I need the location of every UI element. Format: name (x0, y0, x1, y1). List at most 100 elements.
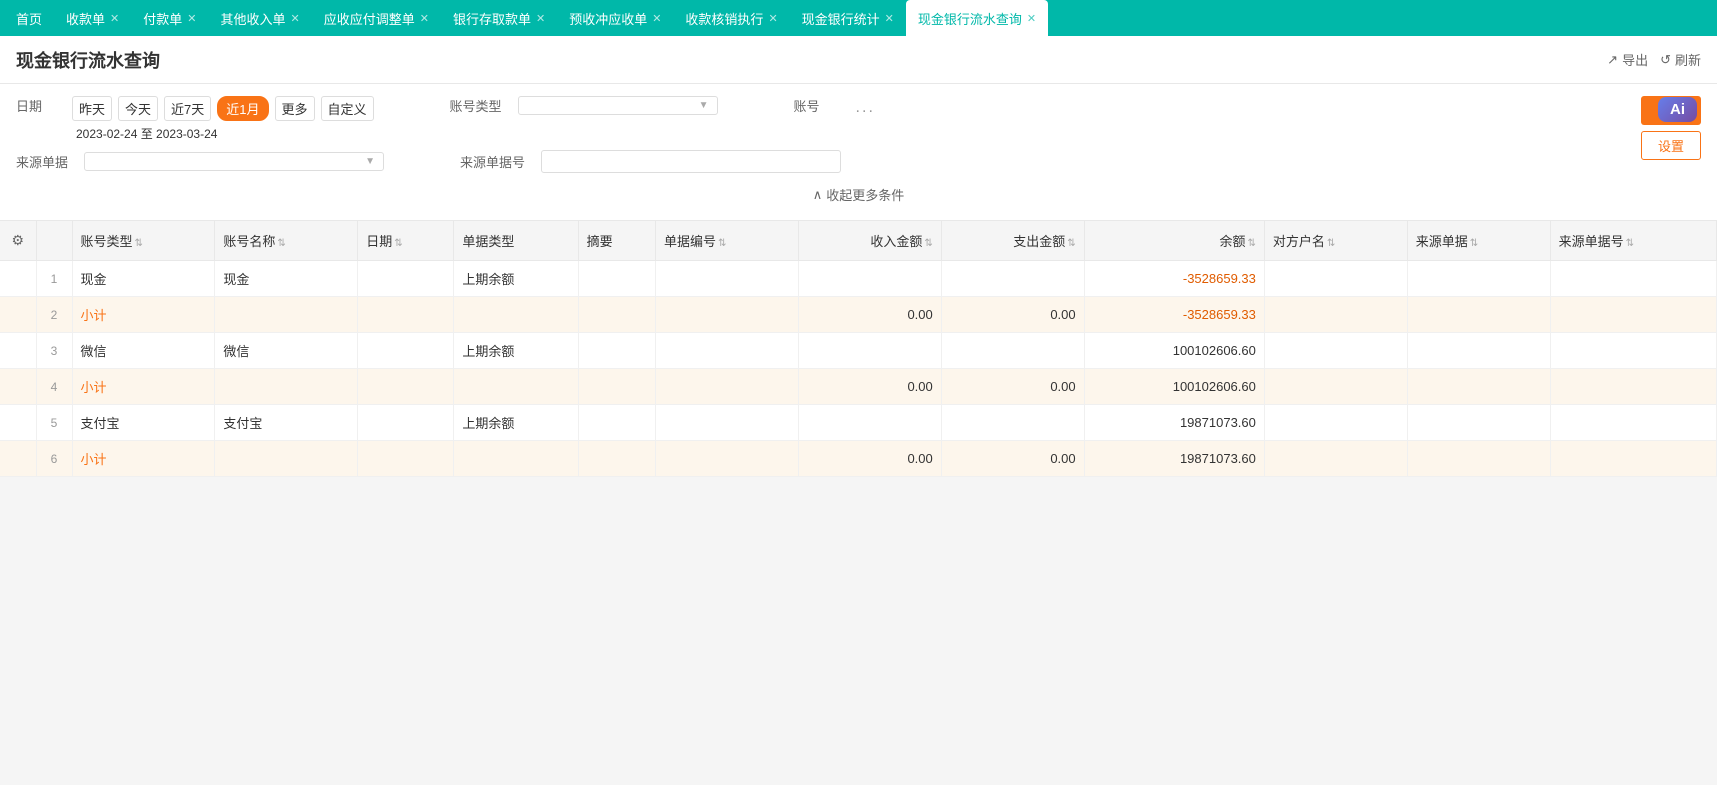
data-table: ⚙ 账号类型⇅ 账号名称⇅ 日期⇅ 单据类型 摘要 (0, 221, 1717, 477)
row-expense: 0.00 (941, 297, 1084, 333)
sort-icon: ⇅ (394, 238, 402, 249)
sort-icon: ⇅ (1067, 238, 1075, 249)
date-btn-more[interactable]: 更多 (275, 96, 315, 121)
row-account-type: 小计 (72, 297, 215, 333)
nav-item-bank-deposit[interactable]: 银行存取款单 ✕ (441, 0, 557, 36)
column-counterparty[interactable]: 对方户名⇅ (1264, 221, 1407, 261)
close-icon[interactable]: ✕ (420, 12, 429, 25)
column-doc-type: 单据类型 (454, 221, 578, 261)
nav-item-other-income[interactable]: 其他收入单 ✕ (208, 0, 311, 36)
gear-icon[interactable]: ⚙ (11, 232, 24, 248)
column-account-type[interactable]: 账号类型⇅ (72, 221, 215, 261)
row-source-doc (1407, 261, 1550, 297)
row-summary (578, 261, 655, 297)
sort-icon: ⇅ (135, 238, 143, 249)
row-source-doc-no (1550, 405, 1716, 441)
column-num (36, 221, 72, 261)
date-options: 昨天 今天 近7天 近1月 更多 (72, 96, 374, 121)
collapse-bar[interactable]: ∧ 收起更多条件 (16, 181, 1701, 208)
close-icon[interactable]: ✕ (768, 12, 777, 25)
chevron-down-icon: ▼ (365, 156, 375, 167)
row-number: 3 (36, 333, 72, 369)
column-settings[interactable]: ⚙ (0, 221, 36, 261)
row-doc-type (454, 369, 578, 405)
row-summary (578, 369, 655, 405)
row-doc-type (454, 441, 578, 477)
nav-item-cashflow[interactable]: 现金银行流水查询 ✕ (906, 0, 1048, 36)
nav-item-prepayment[interactable]: 预收冲应收单 ✕ (557, 0, 673, 36)
date-btn-today[interactable]: 今天 (118, 96, 158, 121)
row-settings-cell (0, 441, 36, 477)
row-income (798, 261, 941, 297)
row-account-name: 支付宝 (215, 405, 358, 441)
row-settings-cell (0, 369, 36, 405)
date-btn-custom[interactable]: 自定义 (321, 96, 374, 121)
close-icon[interactable]: ✕ (187, 12, 196, 25)
nav-item-home[interactable]: 首页 (4, 0, 54, 36)
account-type-select[interactable]: ▼ (518, 96, 718, 115)
row-balance: 100102606.60 (1084, 369, 1264, 405)
row-source-doc (1407, 333, 1550, 369)
row-doc-no (655, 297, 798, 333)
table-row: 1现金现金上期余额-3528659.33 (0, 261, 1717, 297)
source-doc-select[interactable]: ▼ (84, 152, 384, 171)
nav-item-receipt[interactable]: 收款单 ✕ (54, 0, 131, 36)
date-btn-1month[interactable]: 近1月 (217, 96, 268, 121)
sort-icon: ⇅ (718, 238, 726, 249)
row-summary (578, 405, 655, 441)
row-counterparty (1264, 369, 1407, 405)
close-icon[interactable]: ✕ (536, 12, 545, 25)
row-balance: 100102606.60 (1084, 333, 1264, 369)
row-date (358, 369, 454, 405)
export-button[interactable]: ↗ 导出 (1607, 50, 1648, 69)
column-source-doc-no[interactable]: 来源单据号⇅ (1550, 221, 1716, 261)
column-source-doc[interactable]: 来源单据⇅ (1407, 221, 1550, 261)
close-icon[interactable]: ✕ (291, 12, 300, 25)
top-navigation: 首页 收款单 ✕ 付款单 ✕ 其他收入单 ✕ 应收应付调整单 ✕ 银行存取款单 … (0, 0, 1717, 36)
chevron-up-icon: ∧ (813, 187, 823, 203)
column-income[interactable]: 收入金额⇅ (798, 221, 941, 261)
date-btn-7days[interactable]: 近7天 (164, 96, 211, 121)
account-picker-button[interactable]: ... (850, 96, 881, 120)
row-date (358, 441, 454, 477)
sort-icon: ⇅ (1327, 238, 1335, 249)
row-settings-cell (0, 405, 36, 441)
settings-button[interactable]: 设置 (1641, 131, 1701, 160)
row-counterparty (1264, 261, 1407, 297)
row-source-doc-no (1550, 369, 1716, 405)
close-icon[interactable]: ✕ (885, 12, 894, 25)
close-icon[interactable]: ✕ (652, 12, 661, 25)
row-source-doc (1407, 369, 1550, 405)
column-doc-no[interactable]: 单据编号⇅ (655, 221, 798, 261)
nav-item-payment[interactable]: 付款单 ✕ (131, 0, 208, 36)
ai-badge[interactable]: Ai (1658, 97, 1697, 122)
column-summary: 摘要 (578, 221, 655, 261)
row-source-doc (1407, 297, 1550, 333)
row-account-name: 微信 (215, 333, 358, 369)
row-account-type: 支付宝 (72, 405, 215, 441)
table-row: 5支付宝支付宝上期余额19871073.60 (0, 405, 1717, 441)
column-account-name[interactable]: 账号名称⇅ (215, 221, 358, 261)
nav-item-verification[interactable]: 收款核销执行 ✕ (673, 0, 789, 36)
table-header-row: ⚙ 账号类型⇅ 账号名称⇅ 日期⇅ 单据类型 摘要 (0, 221, 1717, 261)
row-counterparty (1264, 297, 1407, 333)
source-doc-no-input[interactable] (541, 150, 841, 173)
column-balance[interactable]: 余额⇅ (1084, 221, 1264, 261)
refresh-button[interactable]: ↺ 刷新 (1660, 50, 1701, 69)
nav-item-statistics[interactable]: 现金银行统计 ✕ (790, 0, 906, 36)
row-doc-no (655, 441, 798, 477)
row-counterparty (1264, 405, 1407, 441)
row-account-name (215, 369, 358, 405)
close-icon[interactable]: ✕ (1027, 12, 1036, 25)
close-icon[interactable]: ✕ (110, 12, 119, 25)
date-btn-yesterday[interactable]: 昨天 (72, 96, 112, 121)
column-date[interactable]: 日期⇅ (358, 221, 454, 261)
column-expense[interactable]: 支出金额⇅ (941, 221, 1084, 261)
nav-item-adjustment[interactable]: 应收应付调整单 ✕ (312, 0, 441, 36)
row-source-doc-no (1550, 297, 1716, 333)
sort-icon: ⇅ (1470, 238, 1478, 249)
refresh-icon: ↺ (1660, 52, 1671, 68)
row-expense (941, 261, 1084, 297)
row-account-name: 现金 (215, 261, 358, 297)
row-settings-cell (0, 297, 36, 333)
